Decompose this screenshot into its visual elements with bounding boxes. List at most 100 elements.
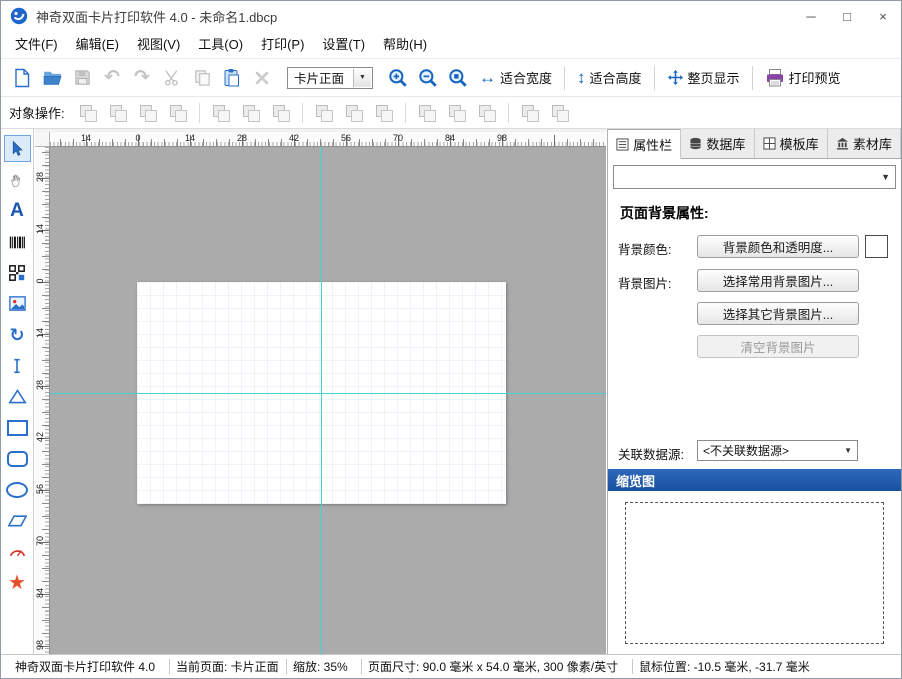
vertical-ruler: 2814014284256708498 [35,147,50,654]
template-icon [763,137,776,150]
undo-button[interactable]: ↶ [97,63,127,93]
full-page-button[interactable]: 整页显示 [667,68,740,87]
clear-bg-button[interactable]: 清空背景图片 [697,335,859,358]
copy-button[interactable] [187,63,217,93]
bg-color-swatch[interactable] [865,235,888,258]
parallelogram-tool[interactable] [4,507,31,534]
status-app-name: 神奇双面卡片打印软件 4.0 [9,658,169,675]
select-common-bg-button[interactable]: 选择常用背景图片... [697,269,859,292]
menu-print[interactable]: 打印(P) [252,31,313,58]
properties-panel: 属性栏 数据库 模板库 [607,129,901,654]
main-area: A [1,129,901,654]
align-top-icon[interactable] [312,101,336,125]
delete-button[interactable] [247,63,277,93]
barcode-icon [8,233,26,251]
close-button[interactable]: × [865,1,901,31]
fit-height-button[interactable]: ↕ 适合高度 [577,68,642,87]
pan-tool[interactable] [4,166,31,193]
zoom-in-button[interactable] [383,63,413,93]
zoom-selection-button[interactable] [443,63,473,93]
same-width-icon[interactable] [415,101,439,125]
tab-templates[interactable]: 模板库 [755,129,828,158]
text-tool[interactable]: A [4,197,31,224]
select-tool[interactable] [4,135,31,162]
menu-file[interactable]: 文件(F) [6,31,67,58]
align-bottom-icon[interactable] [372,101,396,125]
paste-button[interactable] [217,63,247,93]
fit-width-button[interactable]: ↔ 适合宽度 [479,68,552,87]
distribute-vertical-icon[interactable] [548,101,572,125]
object-operations [73,101,575,125]
arc-tool[interactable] [4,538,31,565]
cut-button[interactable] [157,63,187,93]
align-right-icon[interactable] [269,101,293,125]
same-height-icon[interactable] [445,101,469,125]
h-ruler-label: 28 [237,133,247,143]
ellipse-tool[interactable] [4,476,31,503]
copy-object-icon[interactable] [106,101,130,125]
fit-height-label: 适合高度 [590,68,642,87]
select-other-bg-button[interactable]: 选择其它背景图片... [697,302,859,325]
star-tool[interactable]: ★ [4,569,31,596]
same-size-icon[interactable] [475,101,499,125]
bg-color-button[interactable]: 背景颜色和透明度... [697,235,859,258]
v-ruler-label: 98 [35,638,45,652]
menu-settings[interactable]: 设置(T) [313,31,374,58]
open-document-button[interactable] [37,63,67,93]
fit-width-label: 适合宽度 [500,68,552,87]
clone-icon[interactable] [166,101,190,125]
h-ruler-label: 14 [81,133,91,143]
menu-edit[interactable]: 编辑(E) [67,31,128,58]
triangle-tool[interactable] [4,383,31,410]
full-page-icon [667,69,684,86]
duplicate-icon[interactable] [76,101,100,125]
align-left-icon[interactable] [209,101,233,125]
zoom-out-button[interactable] [413,63,443,93]
print-preview-icon [765,68,785,88]
h-ruler-label: 70 [393,133,403,143]
page-selector-dropdown[interactable]: 卡片正面 ▼ [287,67,373,89]
line-tool[interactable] [4,352,31,379]
v-ruler-label: 14 [35,222,45,236]
cut-icon [163,68,182,87]
align-middle-vertical-icon[interactable] [342,101,366,125]
minimize-button[interactable]: ─ [793,1,829,31]
canvas-area[interactable]: 14014284256708498 2814014284256708498 [35,129,606,654]
image-tool[interactable] [4,290,31,317]
menu-view[interactable]: 视图(V) [128,31,189,58]
datasource-dropdown[interactable]: <不关联数据源> ▼ [697,440,858,461]
parallelogram-icon [8,511,27,530]
distribute-horizontal-icon[interactable] [518,101,542,125]
print-preview-button[interactable]: 打印预览 [765,68,841,88]
thumbnail-preview [625,502,884,644]
h-ruler-label: 84 [445,133,455,143]
paste-object-icon[interactable] [136,101,160,125]
qrcode-tool[interactable] [4,259,31,286]
tab-database[interactable]: 数据库 [681,129,754,158]
tab-label: 属性栏 [633,135,672,154]
rounded-rectangle-tool[interactable] [4,445,31,472]
status-zoom: 缩放: 35% [287,658,361,675]
separator [405,103,406,123]
tab-properties[interactable]: 属性栏 [608,129,681,159]
chevron-down-icon[interactable]: ▼ [353,69,371,87]
rectangle-tool[interactable] [4,414,31,441]
maximize-button[interactable]: □ [829,1,865,31]
save-button[interactable] [67,63,97,93]
menu-help[interactable]: 帮助(H) [374,31,436,58]
redo-button[interactable]: ↷ [127,63,157,93]
tab-materials[interactable]: 素材库 [828,129,901,158]
v-ruler-label: 42 [35,430,45,444]
tab-label: 素材库 [853,134,892,153]
separator [199,103,200,123]
object-selector-dropdown[interactable]: ▼ [613,165,896,189]
new-document-button[interactable] [7,63,37,93]
datasource-label: 关联数据源: [618,444,684,463]
align-center-horizontal-icon[interactable] [239,101,263,125]
status-bar: 神奇双面卡片打印软件 4.0 当前页面: 卡片正面 缩放: 35% 页面尺寸: … [1,654,901,678]
line-icon [8,357,26,375]
rotate-tool[interactable]: ↻ [4,321,31,348]
arc-gauge-icon [8,542,27,561]
barcode-tool[interactable] [4,228,31,255]
menu-tools[interactable]: 工具(O) [189,31,252,58]
